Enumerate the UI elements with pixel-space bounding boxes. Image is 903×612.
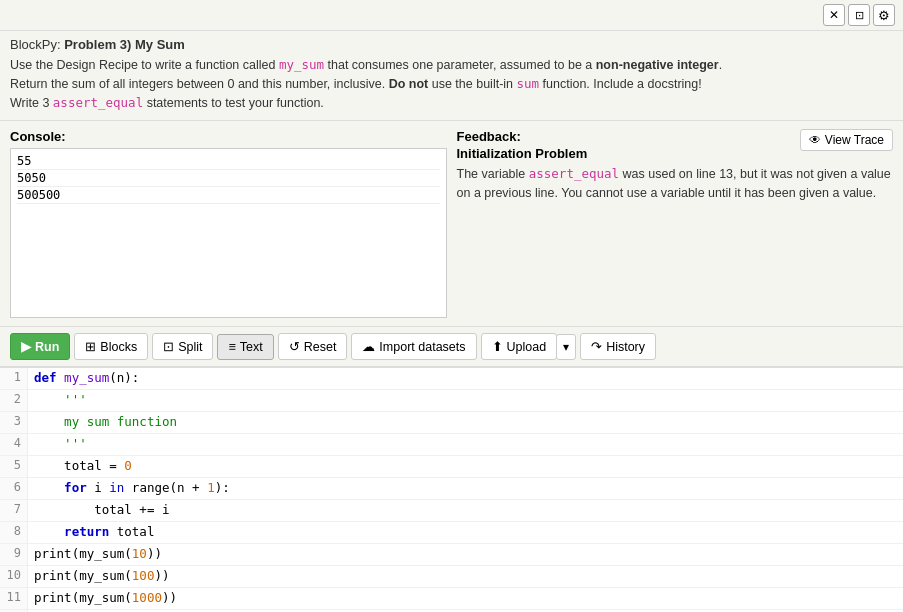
blocks-icon: ⊞ xyxy=(85,339,96,354)
history-button[interactable]: ↷ History xyxy=(580,333,656,360)
feedback-text: The variable assert_equal was used on li… xyxy=(457,165,894,203)
run-icon: ▶ xyxy=(21,339,31,354)
console-label: Console: xyxy=(10,129,447,144)
history-label: History xyxy=(606,340,645,354)
code-editor[interactable]: 1 def my_sum(n): 2 ''' 3 my sum function… xyxy=(0,367,903,612)
view-trace-button[interactable]: 👁 View Trace xyxy=(800,129,893,151)
blocks-button[interactable]: ⊞ Blocks xyxy=(74,333,148,360)
code-line-5: 5 total = 0 xyxy=(0,456,903,478)
header-title: BlockPy: Problem 3) My Sum xyxy=(10,37,893,52)
eye-icon: 👁 xyxy=(809,133,821,147)
code-line-11: 11 print(my_sum(1000)) xyxy=(0,588,903,610)
header-area: BlockPy: Problem 3) My Sum Use the Desig… xyxy=(0,31,903,121)
window-button[interactable]: ⊡ xyxy=(848,4,870,26)
console-panel: Console: 55 5050 500500 xyxy=(10,129,447,318)
code-line-10: 10 print(my_sum(100)) xyxy=(0,566,903,588)
console-line-3: 500500 xyxy=(17,187,440,204)
console-box[interactable]: 55 5050 500500 xyxy=(10,148,447,318)
code-line-9: 9 print(my_sum(10)) xyxy=(0,544,903,566)
reset-icon: ↺ xyxy=(289,339,300,354)
blocks-label: Blocks xyxy=(100,340,137,354)
import-icon: ☁ xyxy=(362,339,375,354)
code-line-8: 8 return total xyxy=(0,522,903,544)
code-line-3: 3 my sum function xyxy=(0,412,903,434)
code-line-4: 4 ''' xyxy=(0,434,903,456)
reset-button[interactable]: ↺ Reset xyxy=(278,333,348,360)
header-desc-line2: Return the sum of all integers between 0… xyxy=(10,75,893,94)
close-button[interactable]: ✕ xyxy=(823,4,845,26)
upload-icon: ⬆ xyxy=(492,339,503,354)
text-button[interactable]: ≡ Text xyxy=(217,334,273,360)
feedback-panel: 👁 View Trace Feedback: Initialization Pr… xyxy=(457,129,894,318)
text-label: Text xyxy=(240,340,263,354)
code-line-6: 6 for i in range(n + 1): xyxy=(0,478,903,500)
console-line-1: 55 xyxy=(17,153,440,170)
title-problem: Problem 3) My Sum xyxy=(64,37,185,52)
split-icon: ⊡ xyxy=(163,339,174,354)
split-label: Split xyxy=(178,340,202,354)
code-line-7: 7 total += i xyxy=(0,500,903,522)
code-line-1: 1 def my_sum(n): xyxy=(0,368,903,390)
title-prefix: BlockPy: xyxy=(10,37,61,52)
code-line-2: 2 ''' xyxy=(0,390,903,412)
upload-dropdown-button[interactable]: ▾ xyxy=(556,334,576,360)
upload-label: Upload xyxy=(507,340,547,354)
import-label: Import datasets xyxy=(379,340,465,354)
import-button[interactable]: ☁ Import datasets xyxy=(351,333,476,360)
view-trace-label: View Trace xyxy=(825,133,884,147)
header-desc-line1: Use the Design Recipe to write a functio… xyxy=(10,56,893,75)
text-icon: ≡ xyxy=(228,340,235,354)
toolbar: ▶ Run ⊞ Blocks ⊡ Split ≡ Text ↺ Reset ☁ … xyxy=(0,326,903,367)
console-line-2: 5050 xyxy=(17,170,440,187)
settings-button[interactable]: ⚙ xyxy=(873,4,895,26)
run-label: Run xyxy=(35,340,59,354)
reset-label: Reset xyxy=(304,340,337,354)
history-icon: ↷ xyxy=(591,339,602,354)
upload-button[interactable]: ⬆ Upload xyxy=(481,333,558,360)
run-button[interactable]: ▶ Run xyxy=(10,333,70,360)
split-button[interactable]: ⊡ Split xyxy=(152,333,213,360)
header-desc-line3: Write 3 assert_equal statements to test … xyxy=(10,94,893,113)
main-panels: Console: 55 5050 500500 👁 View Trace Fee… xyxy=(0,121,903,326)
